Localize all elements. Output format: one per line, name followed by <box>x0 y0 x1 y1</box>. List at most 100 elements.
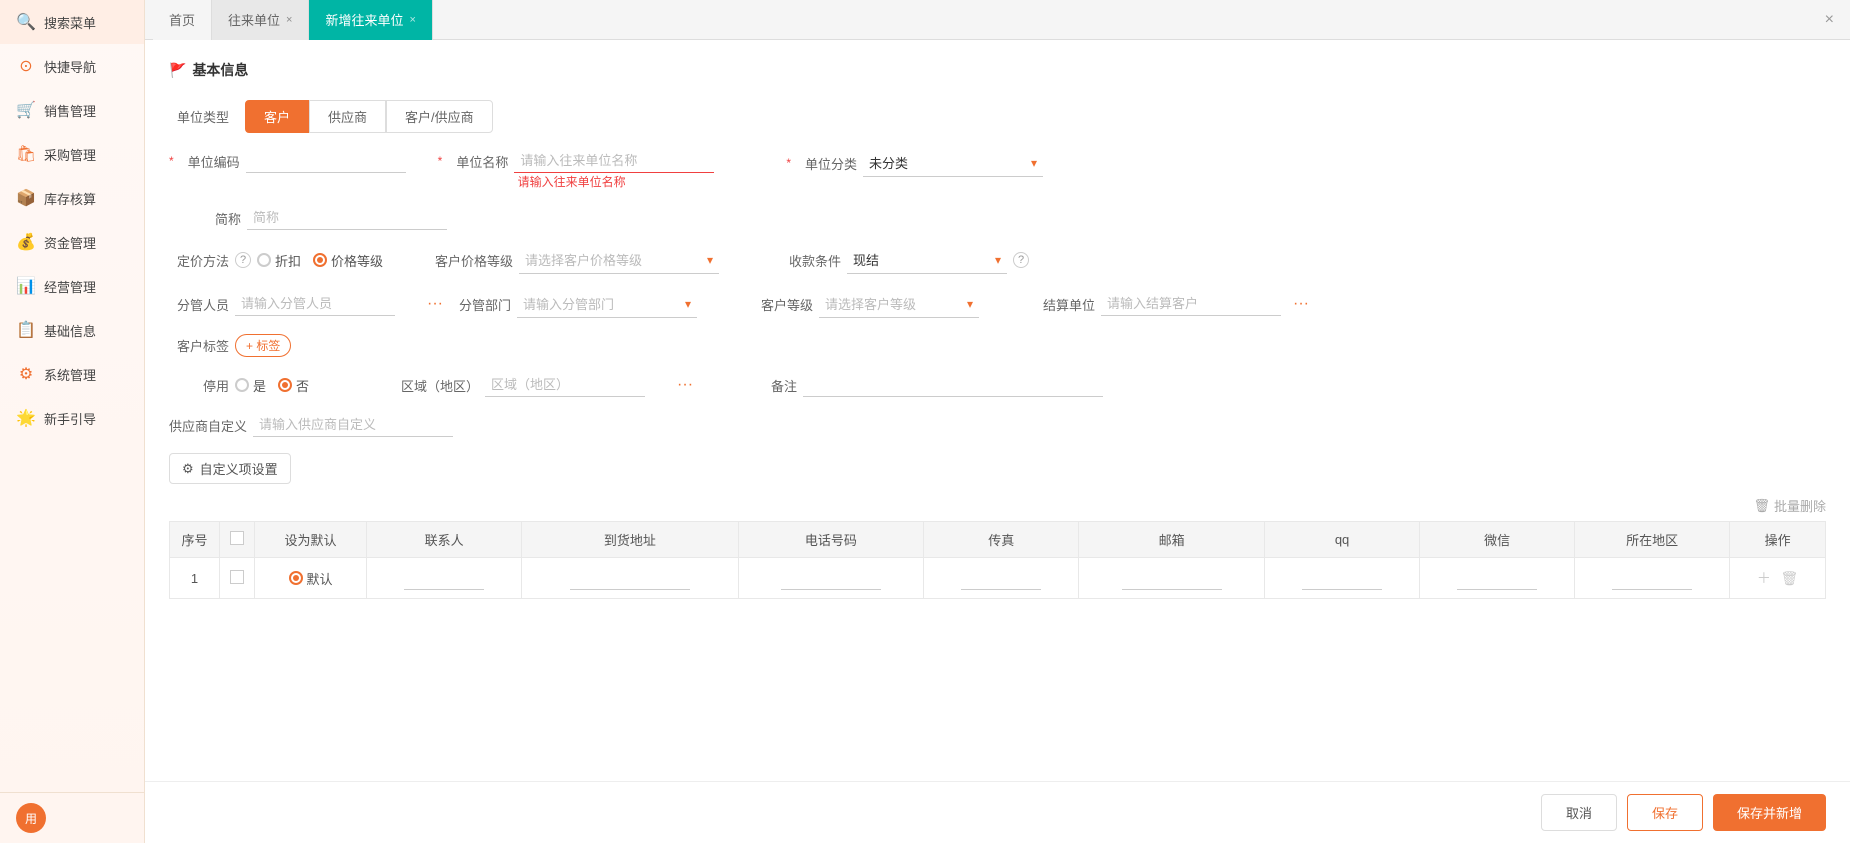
unit-name-input[interactable] <box>514 149 714 173</box>
sidebar-item-basic[interactable]: 📋 基础信息 <box>0 308 144 352</box>
unit-name-wrapper: * 单位名称 请输入往来单位名称 <box>438 149 715 190</box>
qq-input[interactable] <box>1302 566 1382 590</box>
sidebar-item-newbie[interactable]: 🌟 新手引导 <box>0 396 144 440</box>
main-content: 首页 往来单位 × 新增往来单位 × × 🚩 基本信息 单位类型 客户 供应商 … <box>145 0 1850 843</box>
page-content: 🚩 基本信息 单位类型 客户 供应商 客户/供应商 * 单位编码 000009 <box>145 40 1850 781</box>
tab-home-label: 首页 <box>169 10 195 29</box>
region-input[interactable] <box>485 373 673 396</box>
add-row-icon[interactable]: ＋ <box>1757 570 1771 586</box>
pricing-level[interactable]: 价格等级 <box>313 251 383 270</box>
tab-new-partner[interactable]: 新增往来单位 × <box>309 0 432 40</box>
inventory-icon: 📦 <box>16 188 36 208</box>
disabled-no-radio <box>278 378 292 392</box>
row-checkbox[interactable] <box>230 570 244 584</box>
custom-settings-button[interactable]: ⚙ 自定义项设置 <box>169 453 291 484</box>
supplier-custom-label: 供应商自定义 <box>169 416 247 435</box>
sidebar-item-system[interactable]: ⚙ 系统管理 <box>0 352 144 396</box>
delete-row-icon[interactable]: 🗑 <box>1780 570 1798 586</box>
sidebar-item-purchase[interactable]: 🛍 采购管理 <box>0 132 144 176</box>
tab-new-partner-label: 新增往来单位 <box>325 10 403 29</box>
unit-category-select[interactable]: 未分类 ▾ <box>863 149 1043 177</box>
tabbar: 首页 往来单位 × 新增往来单位 × × <box>145 0 1850 40</box>
wechat-input[interactable] <box>1457 566 1537 590</box>
manager-label: 分管人员 <box>169 295 229 314</box>
tab-new-partner-close[interactable]: × <box>409 14 415 26</box>
manager-input[interactable] <box>235 292 423 315</box>
customer-price-select[interactable]: 请选择客户价格等级 ▾ <box>519 246 719 274</box>
pricing-level-label: 价格等级 <box>331 251 383 270</box>
sidebar-item-quicknav[interactable]: ⊙ 快捷导航 <box>0 44 144 88</box>
sidebar-item-operations[interactable]: 📊 经营管理 <box>0 264 144 308</box>
custom-settings-label: 自定义项设置 <box>200 459 278 478</box>
customer-level-select[interactable]: 请选择客户等级 ▾ <box>819 290 979 318</box>
unit-type-both[interactable]: 客户/供应商 <box>386 100 493 133</box>
email-input[interactable] <box>1122 566 1222 590</box>
fax-input[interactable] <box>961 566 1041 590</box>
unit-type-supplier[interactable]: 供应商 <box>309 100 386 133</box>
sidebar: 🔍 搜索菜单 ⊙ 快捷导航 🛒 销售管理 🛍 采购管理 📦 库存核算 💰 资金管… <box>0 0 145 843</box>
unit-code-name-row: * 单位编码 000009 * 单位名称 请输入往来单位名称 * 单位分类 <box>169 149 1826 190</box>
sidebar-item-inventory[interactable]: 📦 库存核算 <box>0 176 144 220</box>
remark-wrapper: 备注 <box>737 373 1103 397</box>
address-input[interactable] <box>570 566 690 590</box>
sales-icon: 🛒 <box>16 100 36 120</box>
tab-home[interactable]: 首页 <box>153 0 212 40</box>
payment-help-icon[interactable]: ? <box>1013 252 1029 268</box>
supplier-custom-input[interactable] <box>253 413 453 437</box>
payment-terms-select[interactable]: 现结 ▾ <box>847 246 1007 274</box>
disabled-yes[interactable]: 是 <box>235 376 266 395</box>
disabled-no[interactable]: 否 <box>278 376 309 395</box>
batch-delete-area[interactable]: 🗑 批量删除 <box>169 496 1826 515</box>
section-title: 🚩 基本信息 <box>169 60 1826 80</box>
select-all-checkbox[interactable] <box>230 531 244 545</box>
default-label: 默认 <box>307 569 333 588</box>
sidebar-item-sales[interactable]: 🛒 销售管理 <box>0 88 144 132</box>
save-new-button[interactable]: 保存并新增 <box>1713 794 1826 831</box>
tab-partners-close[interactable]: × <box>286 14 292 26</box>
department-select[interactable]: 请输入分管部门 ▾ <box>517 290 697 318</box>
unit-name-error: 请输入往来单位名称 <box>518 175 626 189</box>
row-region <box>1575 558 1730 599</box>
department-wrapper: 分管部门 请输入分管部门 ▾ <box>451 290 697 318</box>
sidebar-item-search[interactable]: 🔍 搜索菜单 <box>0 0 144 44</box>
disabled-yes-label: 是 <box>253 376 266 395</box>
customer-tag-row: 客户标签 + 标签 <box>169 334 1826 357</box>
phone-input[interactable] <box>781 566 881 590</box>
customer-level-wrapper: 客户等级 请选择客户等级 ▾ <box>753 290 979 318</box>
manager-more-icon[interactable]: ··· <box>423 295 447 313</box>
global-close-icon[interactable]: × <box>1817 11 1842 29</box>
row-contact <box>367 558 522 599</box>
unit-code-input[interactable]: 000009 <box>246 149 406 173</box>
customer-level-chevron: ▾ <box>967 297 973 311</box>
sidebar-item-label: 资金管理 <box>44 233 96 252</box>
settlement-unit-input[interactable] <box>1101 292 1289 315</box>
pricing-discount-radio <box>257 253 271 267</box>
short-name-row: 简称 <box>169 206 1826 230</box>
row-phone <box>738 558 924 599</box>
region-more-icon[interactable]: ··· <box>673 376 697 394</box>
row-region-input[interactable] <box>1612 566 1692 590</box>
unit-type-customer[interactable]: 客户 <box>245 100 309 133</box>
add-tag-button[interactable]: + 标签 <box>235 334 291 357</box>
unit-type-group: 客户 供应商 客户/供应商 <box>245 100 493 133</box>
unit-code-wrapper: * 单位编码 000009 <box>169 149 406 173</box>
cancel-button[interactable]: 取消 <box>1541 794 1617 831</box>
flag-icon: 🚩 <box>169 62 186 79</box>
row-default-radio[interactable]: 默认 <box>265 569 356 588</box>
remark-input[interactable] <box>803 373 1103 397</box>
tag-wrapper: 客户标签 + 标签 <box>169 334 291 357</box>
short-name-input[interactable] <box>247 206 447 230</box>
department-chevron: ▾ <box>685 297 691 311</box>
contact-input[interactable] <box>404 566 484 590</box>
settlement-more-icon[interactable]: ··· <box>1289 295 1313 313</box>
purchase-icon: 🛍 <box>16 144 36 164</box>
short-name-wrapper: 简称 <box>181 206 447 230</box>
disabled-label: 停用 <box>169 376 229 395</box>
tab-partners[interactable]: 往来单位 × <box>212 0 309 40</box>
newbie-icon: 🌟 <box>16 408 36 428</box>
pricing-help-icon[interactable]: ? <box>235 252 251 268</box>
sidebar-item-finance[interactable]: 💰 资金管理 <box>0 220 144 264</box>
payment-terms-chevron: ▾ <box>995 253 1001 267</box>
save-button[interactable]: 保存 <box>1627 794 1703 831</box>
pricing-discount[interactable]: 折扣 <box>257 251 301 270</box>
